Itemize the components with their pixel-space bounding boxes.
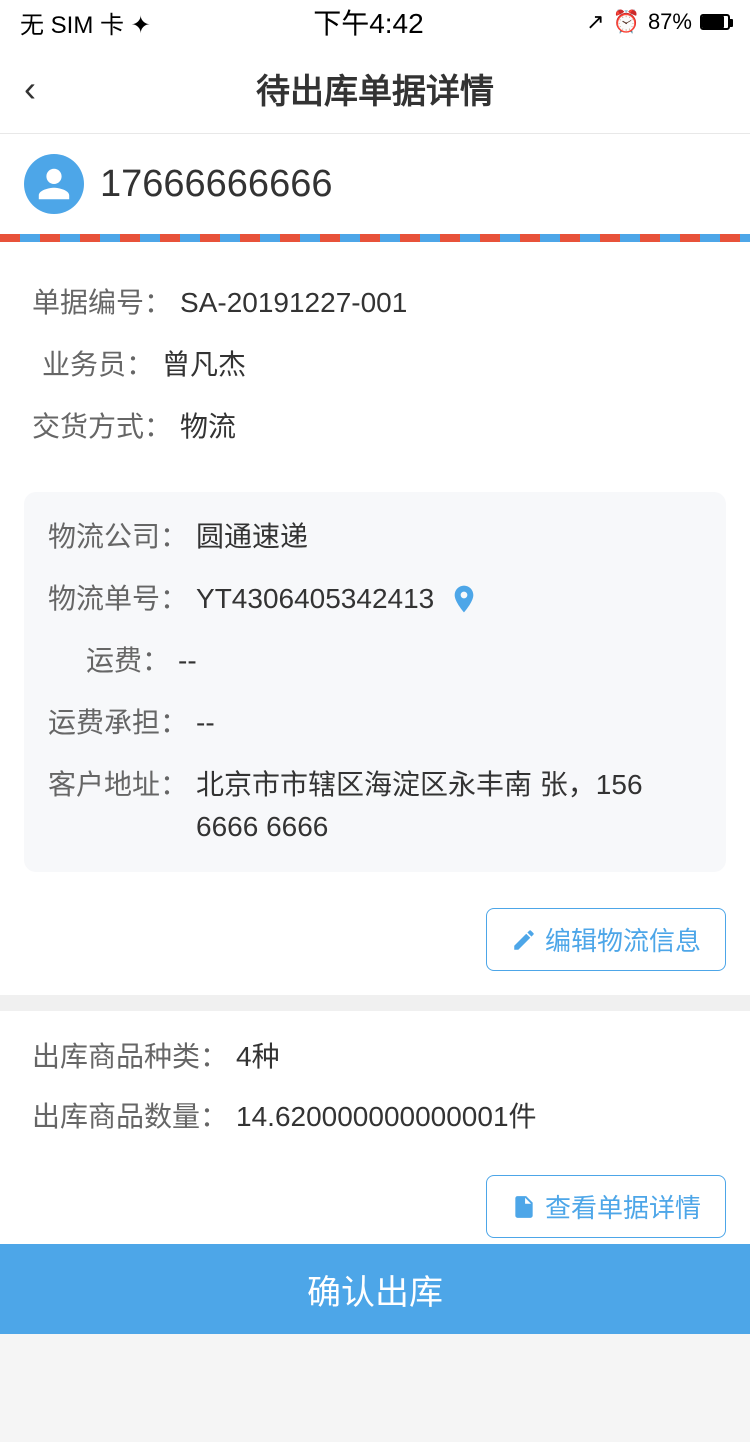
status-right: ↗ ⏰ 87% <box>586 9 730 35</box>
status-left: 无 SIM 卡 ✦ <box>20 5 151 40</box>
nav-bar: ‹ 待出库单据详情 <box>0 44 750 134</box>
goods-section: 出库商品种类： 4种 出库商品数量： 14.620000000000001件 查… <box>0 1011 750 1262</box>
goods-qty-label: 出库商品数量： <box>32 1095 236 1135</box>
doc-number-row: 单据编号： SA-20191227-001 <box>32 282 718 324</box>
battery-icon <box>700 14 730 30</box>
logistics-company-label: 物流公司： <box>48 516 196 558</box>
logistics-freight-value: -- <box>178 640 702 682</box>
logistics-tracking-value: YT4306405342413 <box>196 578 702 620</box>
goods-type-row: 出库商品种类： 4种 <box>32 1035 718 1075</box>
salesperson-value: 曾凡杰 <box>162 344 718 386</box>
section-divider-1 <box>0 995 750 1011</box>
status-bar: 无 SIM 卡 ✦ 下午4:42 ↗ ⏰ 87% <box>0 0 750 44</box>
edit-logistics-wrapper: 编辑物流信息 <box>0 892 750 995</box>
confirm-btn-wrapper[interactable]: 确认出库 <box>0 1244 750 1334</box>
status-time: 下午4:42 <box>313 2 424 42</box>
goods-qty-value: 14.620000000000001件 <box>236 1095 537 1135</box>
logistics-freight-label: 运费： <box>48 640 178 682</box>
delivery-row: 交货方式： 物流 <box>32 406 718 448</box>
goods-qty-row: 出库商品数量： 14.620000000000001件 <box>32 1095 718 1135</box>
sim-status: 无 SIM 卡 ✦ <box>20 5 151 40</box>
logistics-freight-bearer-row: 运费承担： -- <box>48 702 702 744</box>
doc-detail-icon <box>511 1194 537 1220</box>
logistics-company-value: 圆通速递 <box>196 516 702 558</box>
logistics-company-row: 物流公司： 圆通速递 <box>48 516 702 558</box>
doc-number-value: SA-20191227-001 <box>180 282 718 324</box>
dashed-divider <box>0 234 750 242</box>
delivery-label: 交货方式： <box>32 406 180 448</box>
salesperson-row: 业务员： 曾凡杰 <box>32 344 718 386</box>
location-status-icon: ↗ <box>586 9 604 35</box>
battery-text: 87% <box>648 9 692 35</box>
user-phone: 17666666666 <box>100 163 332 206</box>
doc-number-label: 单据编号： <box>32 282 180 324</box>
logistics-tracking-label: 物流单号： <box>48 578 196 620</box>
view-detail-label: 查看单据详情 <box>545 1188 701 1225</box>
person-icon <box>35 165 73 203</box>
logistics-freight-row: 运费： -- <box>48 640 702 682</box>
logistics-address-label: 客户地址： <box>48 764 196 806</box>
logistics-address-row: 客户地址： 北京市市辖区海淀区永丰南 张，156 6666 6666 <box>48 764 702 848</box>
avatar <box>24 154 84 214</box>
page-title: 待出库单据详情 <box>256 64 494 113</box>
tracking-number: YT4306405342413 <box>196 578 434 620</box>
doc-info-section: 单据编号： SA-20191227-001 业务员： 曾凡杰 交货方式： 物流 <box>0 258 750 472</box>
salesperson-label: 业务员： <box>32 344 162 386</box>
delivery-value: 物流 <box>180 406 718 448</box>
edit-logistics-label: 编辑物流信息 <box>545 921 701 958</box>
goods-type-value: 4种 <box>236 1035 280 1075</box>
logistics-freight-bearer-label: 运费承担： <box>48 702 196 744</box>
alarm-icon: ⏰ <box>613 9 640 35</box>
back-button[interactable]: ‹ <box>24 68 36 110</box>
logistics-tracking-row: 物流单号： YT4306405342413 <box>48 578 702 620</box>
view-detail-button[interactable]: 查看单据详情 <box>486 1175 726 1238</box>
confirm-btn-label: 确认出库 <box>307 1265 443 1314</box>
goods-type-label: 出库商品种类： <box>32 1035 236 1075</box>
track-location-icon[interactable] <box>446 581 482 617</box>
edit-logistics-button[interactable]: 编辑物流信息 <box>486 908 726 971</box>
logistics-address-value: 北京市市辖区海淀区永丰南 张，156 6666 6666 <box>196 764 702 848</box>
logistics-freight-bearer-value: -- <box>196 702 702 744</box>
edit-icon <box>511 927 537 953</box>
user-header: 17666666666 <box>0 134 750 234</box>
logistics-card: 物流公司： 圆通速递 物流单号： YT4306405342413 运费： -- … <box>24 492 726 872</box>
